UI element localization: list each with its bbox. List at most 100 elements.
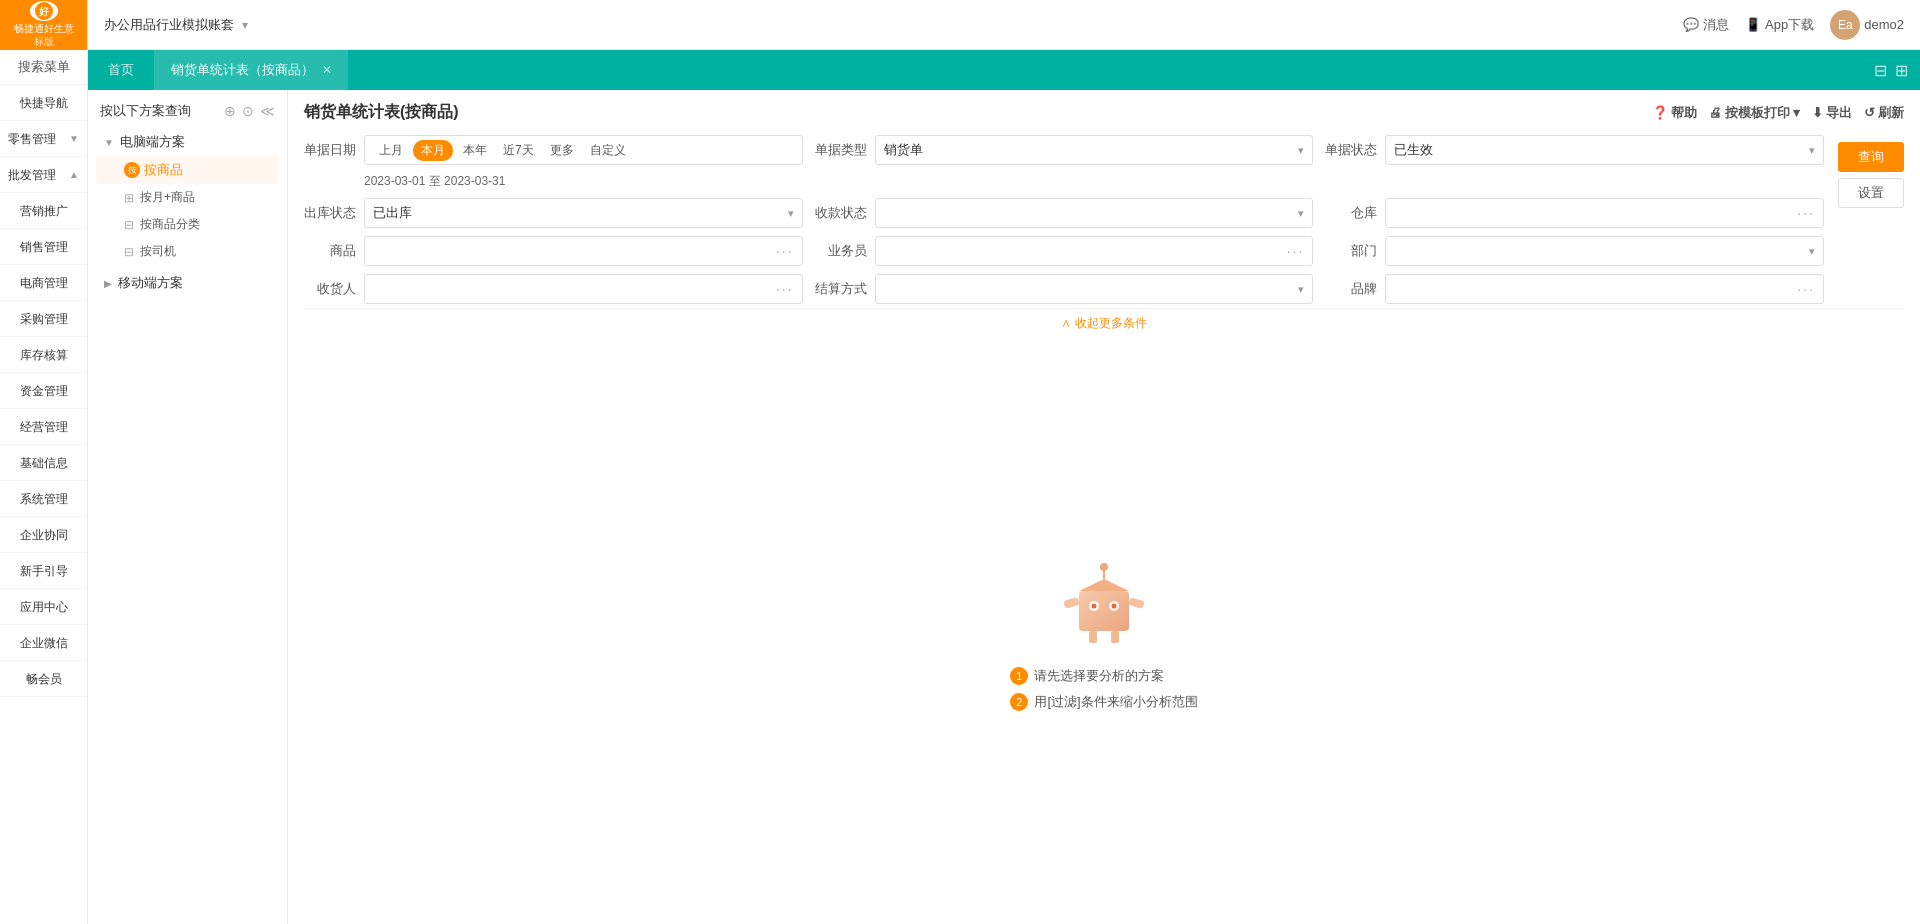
salesperson-select[interactable]: ··· <box>875 236 1314 266</box>
brand-dots-icon: ··· <box>1797 281 1815 297</box>
date-tab-this-month[interactable]: 本月 <box>413 140 453 161</box>
tree-mobile-section[interactable]: ▶ 移动端方案 <box>96 269 279 297</box>
payment-select[interactable]: ▾ <box>875 274 1314 304</box>
tree-item-by-month-goods[interactable]: ⊞ 按月+商品 <box>96 184 279 211</box>
collapse-panel-icon[interactable]: ≪ <box>260 103 275 119</box>
out-status-label: 出库状态 <box>304 204 364 222</box>
tab-home[interactable]: 首页 <box>88 50 155 90</box>
tree-item-by-category[interactable]: ⊟ 按商品分类 <box>96 211 279 238</box>
payment-label: 结算方式 <box>815 280 875 298</box>
template-print-btn[interactable]: 🖨 按模板打印 ▾ <box>1709 104 1800 122</box>
date-tab-last-month[interactable]: 上月 <box>373 140 409 161</box>
out-status-filter: 出库状态 已出库 ▾ <box>304 198 803 228</box>
header-left: 办公用品行业模拟账套 ▾ <box>104 16 248 34</box>
sidebar-item-retail[interactable]: 零售管理 ▼ <box>0 121 87 157</box>
refresh-btn[interactable]: ↺ 刷新 <box>1864 104 1904 122</box>
svg-rect-13 <box>1128 597 1145 609</box>
tab-sales-stat[interactable]: 销货单统计表（按商品） ✕ <box>155 50 348 90</box>
tab-minimize-icon[interactable]: ⊟ <box>1874 61 1887 80</box>
brand-select[interactable]: ··· <box>1385 274 1824 304</box>
tree-item-by-goods[interactable]: 按 按商品 <box>96 156 279 184</box>
tree-pc-section[interactable]: ▼ 电脑端方案 <box>96 128 279 156</box>
sidebar-item-system[interactable]: 系统管理 <box>0 481 87 517</box>
sidebar-item-wechat[interactable]: 企业微信 <box>0 625 87 661</box>
sidebar-item-quicknav[interactable]: 快捷导航 <box>0 85 87 121</box>
collapse-bar[interactable]: ∧ 收起更多条件 <box>304 308 1904 338</box>
date-tab-custom[interactable]: 自定义 <box>584 140 632 161</box>
date-tab-more[interactable]: 更多 <box>544 140 580 161</box>
edit-scheme-icon[interactable]: ⊙ <box>242 103 254 119</box>
doc-status-filter: 单据状态 已生效 ▾ <box>1325 135 1824 165</box>
doc-status-label: 单据状态 <box>1325 141 1385 159</box>
by-goods-label: 按商品 <box>144 161 183 179</box>
filter-row-4: 收货人 ··· 结算方式 ▾ 品牌 <box>304 274 1904 304</box>
message-label: 消息 <box>1703 16 1729 34</box>
goods-filter: 商品 ··· <box>304 236 803 266</box>
warehouse-dots-icon: ··· <box>1797 205 1815 221</box>
sidebar-item-finance[interactable]: 资金管理 <box>0 373 87 409</box>
warehouse-filter: 仓库 ··· <box>1325 198 1824 228</box>
tab-close-icon[interactable]: ✕ <box>322 63 332 77</box>
app-download-btn[interactable]: 📱 App下载 <box>1745 16 1814 34</box>
workspace-arrow-icon[interactable]: ▾ <box>242 18 248 32</box>
tip-2-num: 2 <box>1010 693 1028 711</box>
query-button[interactable]: 查询 <box>1838 142 1904 172</box>
doc-type-select[interactable]: 销货单 ▾ <box>875 135 1314 165</box>
doc-status-select[interactable]: 已生效 ▾ <box>1385 135 1824 165</box>
page-title-row: 销货单统计表(按商品) ❓ 帮助 🖨 按模板打印 ▾ ⬇ <box>304 102 1904 123</box>
print-icon: 🖨 <box>1709 105 1722 120</box>
query-buttons: 查询 设置 <box>1838 142 1904 208</box>
settings-button[interactable]: 设置 <box>1838 178 1904 208</box>
refresh-icon: ↺ <box>1864 105 1875 120</box>
tab-maximize-icon[interactable]: ⊞ <box>1895 61 1908 80</box>
filter-row-2: 出库状态 已出库 ▾ 收款状态 ▾ 仓库 <box>304 198 1904 228</box>
sidebar-search[interactable]: 搜索菜单 <box>0 50 87 85</box>
content-wrapper: 按以下方案查询 ⊕ ⊙ ≪ ▼ 电脑端方案 按 按商品 ⊞ <box>88 90 1920 924</box>
tab-bar-controls: ⊟ ⊞ <box>1862 61 1920 80</box>
svg-rect-12 <box>1063 597 1080 609</box>
message-btn[interactable]: 💬 消息 <box>1683 16 1729 34</box>
logo-icon: 好 <box>30 1 58 21</box>
sidebar-item-marketing[interactable]: 营销推广 <box>0 193 87 229</box>
month-goods-icon: ⊞ <box>124 191 134 205</box>
filter-container: 销货单统计表(按商品) ❓ 帮助 🖨 按模板打印 ▾ ⬇ <box>288 90 1920 338</box>
logo-text: 畅捷通好生意 <box>14 23 74 35</box>
svg-text:好: 好 <box>38 6 50 17</box>
out-status-select[interactable]: 已出库 ▾ <box>364 198 803 228</box>
date-tab-this-year[interactable]: 本年 <box>457 140 493 161</box>
sidebar-item-inventory[interactable]: 库存核算 <box>0 337 87 373</box>
sidebar-item-wholesale[interactable]: 批发管理 ▲ <box>0 157 87 193</box>
by-goods-icon: 按 <box>124 162 140 178</box>
mobile-section-label: 移动端方案 <box>118 274 183 292</box>
brand-label: 品牌 <box>1325 280 1385 298</box>
doc-type-label: 单据类型 <box>815 141 875 159</box>
date-tab-7days[interactable]: 近7天 <box>497 140 540 161</box>
sidebar-item-sales[interactable]: 销售管理 <box>0 229 87 265</box>
date-filter: 单据日期 上月 本月 本年 近7天 更多 自定义 <box>304 135 803 165</box>
export-btn[interactable]: ⬇ 导出 <box>1812 104 1852 122</box>
by-month-goods-label: 按月+商品 <box>140 189 195 206</box>
receiver-select[interactable]: ··· <box>364 274 803 304</box>
sidebar-item-appstore[interactable]: 应用中心 <box>0 589 87 625</box>
tree-section: ▼ 电脑端方案 按 按商品 ⊞ 按月+商品 ⊟ 按商品分类 ⊟ <box>88 128 287 297</box>
left-panel-title: 按以下方案查询 <box>100 102 191 120</box>
help-btn[interactable]: ❓ 帮助 <box>1652 104 1697 122</box>
date-control[interactable]: 上月 本月 本年 近7天 更多 自定义 <box>364 135 803 165</box>
dept-select[interactable]: ▾ <box>1385 236 1824 266</box>
sidebar-item-member[interactable]: 畅会员 <box>0 661 87 697</box>
out-status-arrow-icon: ▾ <box>788 207 794 220</box>
sidebar-item-operations[interactable]: 经营管理 <box>0 409 87 445</box>
sidebar-item-ecommerce[interactable]: 电商管理 <box>0 265 87 301</box>
sidebar-item-enterprise[interactable]: 企业协同 <box>0 517 87 553</box>
category-icon: ⊟ <box>124 218 134 232</box>
sidebar-item-newbie[interactable]: 新手引导 <box>0 553 87 589</box>
goods-select[interactable]: ··· <box>364 236 803 266</box>
sidebar-item-purchase[interactable]: 采购管理 <box>0 301 87 337</box>
user-avatar-btn[interactable]: Ea demo2 <box>1830 10 1904 40</box>
warehouse-select[interactable]: ··· <box>1385 198 1824 228</box>
tree-item-by-driver[interactable]: ⊟ 按司机 <box>96 238 279 265</box>
receiver-dots-icon: ··· <box>776 281 794 297</box>
add-scheme-icon[interactable]: ⊕ <box>224 103 236 119</box>
receipt-status-select[interactable]: ▾ <box>875 198 1314 228</box>
sidebar-item-basics[interactable]: 基础信息 <box>0 445 87 481</box>
